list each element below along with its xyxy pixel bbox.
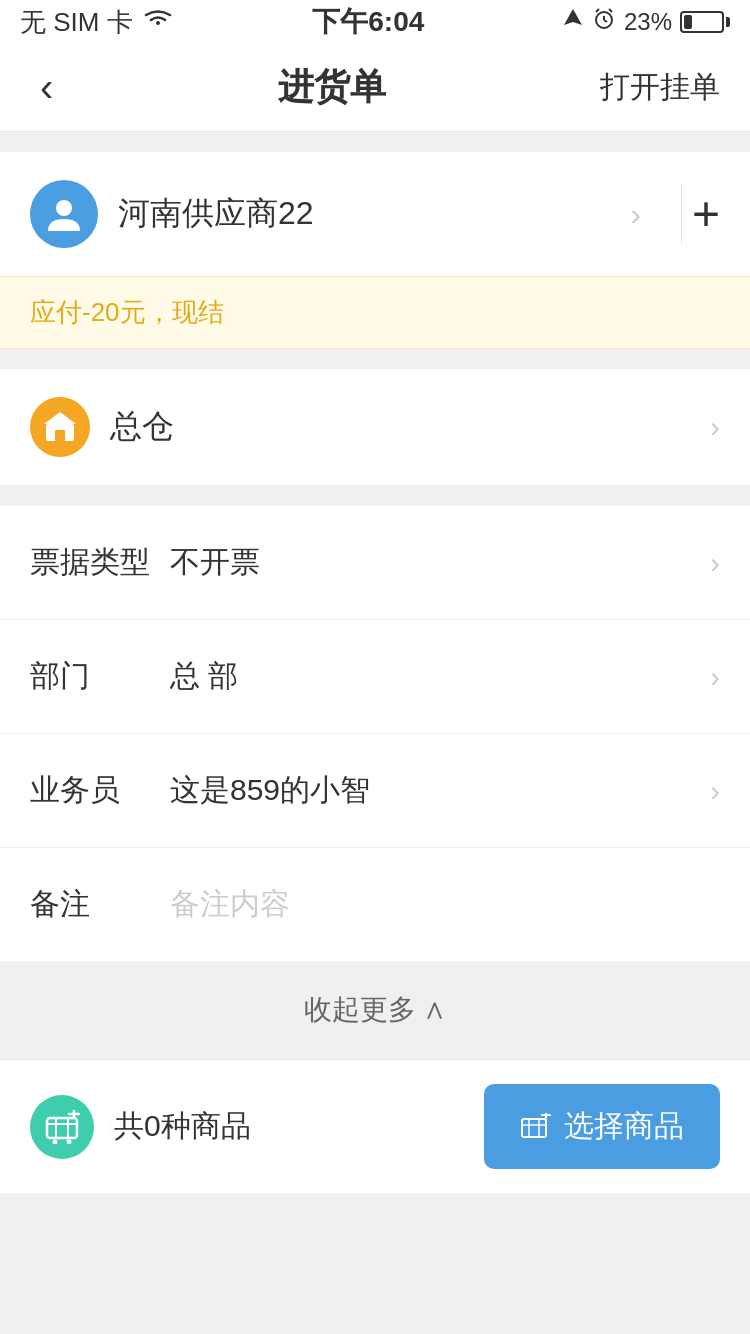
form-section: 票据类型 不开票 › 部门 总 部 › 业务员 这是859的小智 › 备注 备注… [0, 505, 750, 961]
svg-rect-16 [522, 1119, 546, 1137]
product-count: 共0种商品 [114, 1106, 484, 1147]
department-row[interactable]: 部门 总 部 › [0, 619, 750, 733]
salesperson-chevron-icon: › [710, 774, 720, 808]
background-fill [0, 1193, 750, 1334]
warehouse-chevron-icon: › [710, 410, 720, 444]
invoice-type-label: 票据类型 [30, 542, 160, 583]
salesperson-value: 这是859的小智 [160, 770, 710, 811]
supplier-section: 河南供应商22 › + 应付-20元，现结 [0, 152, 750, 349]
warehouse-row[interactable]: 总仓 › [0, 369, 750, 485]
notice-bar: 应付-20元，现结 [0, 276, 750, 349]
invoice-type-row[interactable]: 票据类型 不开票 › [0, 505, 750, 619]
page-title: 进货单 [278, 63, 386, 112]
supplier-chevron-icon: › [630, 196, 641, 233]
vertical-divider [681, 184, 682, 244]
remark-row[interactable]: 备注 备注内容 [0, 847, 750, 961]
department-value: 总 部 [160, 656, 710, 697]
status-bar: 无 SIM 卡 下午6:04 23% [0, 0, 750, 44]
department-label: 部门 [30, 656, 160, 697]
svg-rect-8 [55, 430, 65, 441]
cart-icon [30, 1095, 94, 1159]
supplier-name: 河南供应商22 [118, 192, 630, 236]
back-button[interactable]: ‹ [30, 55, 63, 120]
remark-input[interactable]: 备注内容 [160, 884, 720, 925]
divider-2 [0, 349, 750, 369]
notice-text: 应付-20元，现结 [30, 297, 224, 327]
svg-line-2 [604, 20, 607, 22]
svg-point-12 [53, 1139, 58, 1144]
svg-point-5 [56, 200, 72, 216]
invoice-type-value: 不开票 [160, 542, 710, 583]
warehouse-section: 总仓 › [0, 369, 750, 485]
divider-1 [0, 132, 750, 152]
svg-line-3 [596, 9, 599, 12]
status-time: 下午6:04 [312, 3, 424, 41]
warehouse-name: 总仓 [110, 405, 710, 449]
location-icon [562, 7, 584, 37]
supplier-avatar [30, 180, 98, 248]
svg-rect-9 [47, 1118, 77, 1138]
supplier-right: › + [630, 184, 720, 244]
select-product-label: 选择商品 [564, 1106, 684, 1147]
collapse-button[interactable]: 收起更多 ∧ [0, 961, 750, 1059]
divider-3 [0, 485, 750, 505]
remark-label: 备注 [30, 884, 160, 925]
warehouse-icon [30, 397, 90, 457]
battery-icon [680, 11, 730, 33]
salesperson-label: 业务员 [30, 770, 160, 811]
department-chevron-icon: › [710, 660, 720, 694]
svg-point-13 [67, 1139, 72, 1144]
select-product-button[interactable]: 选择商品 [484, 1084, 720, 1169]
svg-line-4 [609, 9, 612, 12]
add-supplier-button[interactable]: + [692, 190, 720, 238]
status-right: 23% [562, 7, 730, 37]
status-left: 无 SIM 卡 [20, 5, 175, 40]
svg-marker-7 [44, 412, 76, 424]
supplier-row[interactable]: 河南供应商22 › + [0, 152, 750, 276]
salesperson-row[interactable]: 业务员 这是859的小智 › [0, 733, 750, 847]
invoice-type-chevron-icon: › [710, 546, 720, 580]
open-pending-button[interactable]: 打开挂单 [600, 67, 720, 108]
nav-bar: ‹ 进货单 打开挂单 [0, 44, 750, 132]
carrier-label: 无 SIM 卡 [20, 5, 133, 40]
wifi-icon [141, 7, 175, 38]
battery-percent: 23% [624, 8, 672, 36]
bottom-bar: 共0种商品 选择商品 [0, 1059, 750, 1193]
alarm-icon [592, 7, 616, 37]
